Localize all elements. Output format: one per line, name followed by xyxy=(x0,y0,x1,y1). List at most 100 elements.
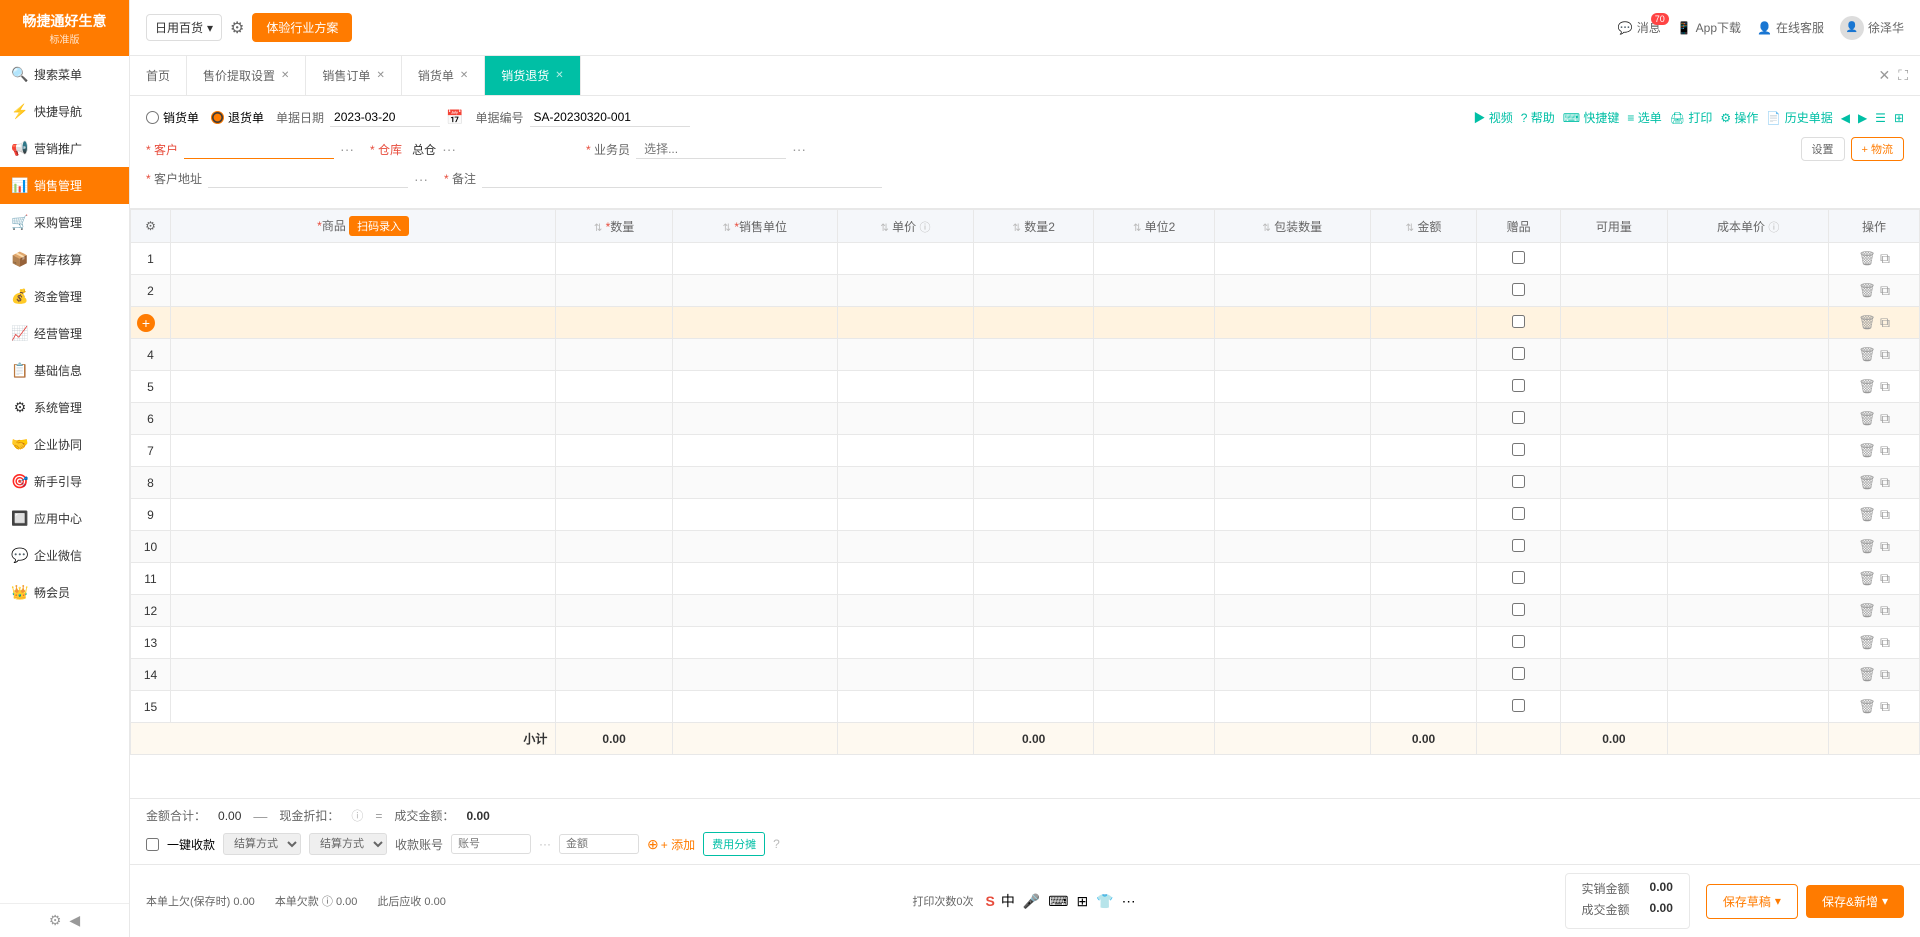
unit2-cell-4[interactable] xyxy=(1094,339,1214,371)
product-cell-1[interactable] xyxy=(171,243,556,275)
gift-checkbox-10[interactable] xyxy=(1512,539,1525,552)
copy-row-btn-8[interactable]: ⧉ xyxy=(1880,474,1890,491)
gift-checkbox-12[interactable] xyxy=(1512,603,1525,616)
expense-help-icon[interactable]: ? xyxy=(773,837,780,851)
cost-cell-14[interactable] xyxy=(1668,659,1829,691)
unit-cell-10[interactable] xyxy=(672,531,837,563)
tab-sales-return[interactable]: 销货退货 ✕ xyxy=(485,56,580,95)
history-link[interactable]: 📄 历史单据 xyxy=(1766,109,1832,126)
scan-btn[interactable]: 扫码录入 xyxy=(349,216,409,236)
warehouse-more-icon[interactable]: ··· xyxy=(442,141,456,157)
product-input-5[interactable] xyxy=(177,379,549,394)
gift-cell-13[interactable] xyxy=(1477,627,1560,659)
available-cell-1[interactable] xyxy=(1560,243,1668,275)
delete-row-btn-5[interactable]: 🗑 xyxy=(1858,378,1876,395)
available-cell-10[interactable] xyxy=(1560,531,1668,563)
cost-cell-12[interactable] xyxy=(1668,595,1829,627)
gift-cell-4[interactable] xyxy=(1477,339,1560,371)
view-toggle-1[interactable]: ☰ xyxy=(1875,111,1886,125)
qty2-cell-5[interactable] xyxy=(973,371,1093,403)
qty2-cell-8[interactable] xyxy=(973,467,1093,499)
gift-cell-3[interactable] xyxy=(1477,307,1560,339)
amount-cell-4[interactable] xyxy=(1370,339,1477,371)
tab-sales-order[interactable]: 销售订单 ✕ xyxy=(306,56,401,95)
sidebar-item-6[interactable]: 💰资金管理 xyxy=(0,278,129,315)
sidebar-item-14[interactable]: 👑畅会员 xyxy=(0,574,129,611)
price-cell-1[interactable] xyxy=(837,243,973,275)
unit-cell-1[interactable] xyxy=(672,243,837,275)
tab-sales[interactable]: 销货单 ✕ xyxy=(402,56,485,95)
date-input[interactable] xyxy=(330,108,440,127)
gift-checkbox-3[interactable] xyxy=(1512,315,1525,328)
sidebar-item-12[interactable]: 🔲应用中心 xyxy=(0,500,129,537)
product-cell-4[interactable] xyxy=(171,339,556,371)
copy-row-btn-4[interactable]: ⧉ xyxy=(1880,346,1890,363)
product-cell-12[interactable] xyxy=(171,595,556,627)
tab-close-sales[interactable]: ✕ xyxy=(460,70,468,81)
product-input-7[interactable] xyxy=(177,443,549,458)
available-cell-12[interactable] xyxy=(1560,595,1668,627)
price-cell-15[interactable] xyxy=(837,691,973,723)
sidebar-item-10[interactable]: 🤝企业协同 xyxy=(0,426,129,463)
user-profile[interactable]: 👤 徐泽华 xyxy=(1840,16,1904,40)
unit-cell-9[interactable] xyxy=(672,499,837,531)
unit-cell-2[interactable] xyxy=(672,275,837,307)
amount-cell-5[interactable] xyxy=(1370,371,1477,403)
copy-row-btn-7[interactable]: ⧉ xyxy=(1880,442,1890,459)
amount-cell-9[interactable] xyxy=(1370,499,1477,531)
delete-row-btn-3[interactable]: 🗑 xyxy=(1858,314,1876,331)
amount-cell-10[interactable] xyxy=(1370,531,1477,563)
available-cell-3[interactable] xyxy=(1560,307,1668,339)
available-cell-15[interactable] xyxy=(1560,691,1668,723)
sidebar-item-11[interactable]: 🎯新手引导 xyxy=(0,463,129,500)
tab-close-price[interactable]: ✕ xyxy=(281,70,289,81)
gift-checkbox-13[interactable] xyxy=(1512,635,1525,648)
sidebar-item-8[interactable]: 📋基础信息 xyxy=(0,352,129,389)
qty-cell-5[interactable] xyxy=(556,371,672,403)
delete-row-btn-1[interactable]: 🗑 xyxy=(1858,250,1876,267)
cost-info-icon[interactable]: ⓘ xyxy=(1768,222,1779,234)
available-cell-5[interactable] xyxy=(1560,371,1668,403)
copy-row-btn-11[interactable]: ⧉ xyxy=(1880,570,1890,587)
unit2-cell-12[interactable] xyxy=(1094,595,1214,627)
available-cell-14[interactable] xyxy=(1560,659,1668,691)
app-download-link[interactable]: 📱 App下载 xyxy=(1677,19,1741,36)
available-cell-2[interactable] xyxy=(1560,275,1668,307)
product-input-3[interactable] xyxy=(177,315,549,330)
price-cell-11[interactable] xyxy=(837,563,973,595)
qty2-cell-10[interactable] xyxy=(973,531,1093,563)
gift-cell-6[interactable] xyxy=(1477,403,1560,435)
pkg-cell-13[interactable] xyxy=(1214,627,1370,659)
qty-cell-15[interactable] xyxy=(556,691,672,723)
qty2-cell-11[interactable] xyxy=(973,563,1093,595)
amount-cell-7[interactable] xyxy=(1370,435,1477,467)
gift-checkbox-5[interactable] xyxy=(1512,379,1525,392)
amount-cell-3[interactable] xyxy=(1370,307,1477,339)
pkg-cell-1[interactable] xyxy=(1214,243,1370,275)
shirt-icon[interactable]: 👕 xyxy=(1096,893,1113,910)
sort-amount[interactable]: ⇅ xyxy=(1406,223,1414,234)
delete-row-btn-14[interactable]: 🗑 xyxy=(1858,666,1876,683)
grid-icon[interactable]: ⊞ xyxy=(1076,893,1088,910)
logistics-btn[interactable]: + 物流 xyxy=(1851,137,1904,161)
delete-row-btn-9[interactable]: 🗑 xyxy=(1858,506,1876,523)
unit-cell-13[interactable] xyxy=(672,627,837,659)
cost-cell-5[interactable] xyxy=(1668,371,1829,403)
cost-cell-13[interactable] xyxy=(1668,627,1829,659)
industry-select[interactable]: 日用百货 ▾ xyxy=(146,14,222,41)
sidebar-item-0[interactable]: 🔍搜索菜单 xyxy=(0,56,129,93)
sidebar-item-13[interactable]: 💬企业微信 xyxy=(0,537,129,574)
product-cell-5[interactable] xyxy=(171,371,556,403)
qty-cell-2[interactable] xyxy=(556,275,672,307)
available-cell-8[interactable] xyxy=(1560,467,1668,499)
gift-checkbox-6[interactable] xyxy=(1512,411,1525,424)
qty-cell-1[interactable] xyxy=(556,243,672,275)
address-more-icon[interactable]: ··· xyxy=(414,171,428,187)
available-cell-4[interactable] xyxy=(1560,339,1668,371)
pkg-cell-12[interactable] xyxy=(1214,595,1370,627)
qty-cell-14[interactable] xyxy=(556,659,672,691)
qty-cell-13[interactable] xyxy=(556,627,672,659)
input-method-icon[interactable]: S xyxy=(985,893,994,909)
price-cell-6[interactable] xyxy=(837,403,973,435)
sort-unit[interactable]: ⇅ xyxy=(723,223,731,234)
